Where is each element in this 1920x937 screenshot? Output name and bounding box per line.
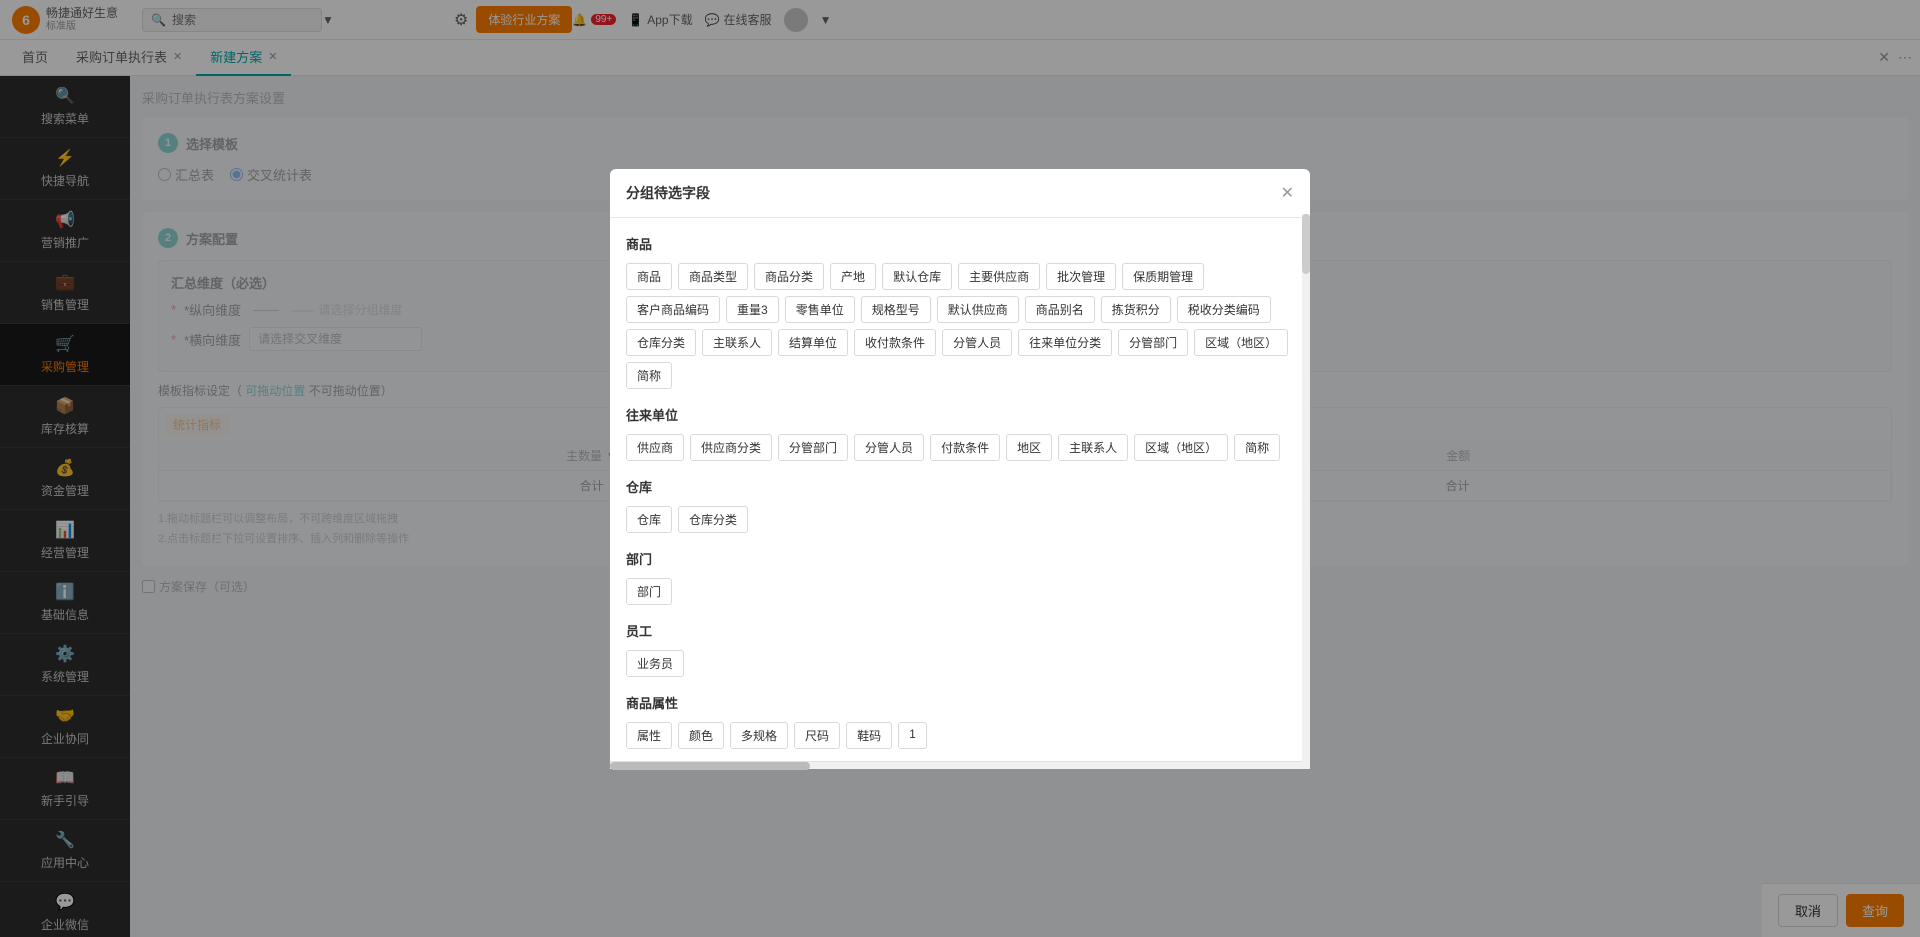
field-tag-partner-8[interactable]: 简称 bbox=[1234, 434, 1280, 461]
field-section-partner: 往来单位 供应商 供应商分类 分管部门 分管人员 付款条件 地区 主联系人 区域… bbox=[626, 405, 1294, 461]
modal-dialog: 分组待选字段 ✕ 商品 商品 商品类型 商品分类 产地 默认仓库 主要供应商 bbox=[610, 169, 1310, 769]
field-tag-product-15[interactable]: 税收分类编码 bbox=[1177, 296, 1271, 323]
field-tag-product-13[interactable]: 商品别名 bbox=[1025, 296, 1095, 323]
field-tag-product-22[interactable]: 分管部门 bbox=[1118, 329, 1188, 356]
field-tag-product-7[interactable]: 保质期管理 bbox=[1122, 263, 1204, 290]
field-tag-partner-5[interactable]: 地区 bbox=[1006, 434, 1052, 461]
field-tags-employee: 业务员 bbox=[626, 650, 1294, 677]
field-tag-attr-1[interactable]: 颜色 bbox=[678, 722, 724, 749]
field-tag-product-20[interactable]: 分管人员 bbox=[942, 329, 1012, 356]
field-tag-employee-0[interactable]: 业务员 bbox=[626, 650, 684, 677]
field-tag-product-18[interactable]: 结算单位 bbox=[778, 329, 848, 356]
field-tag-product-0[interactable]: 商品 bbox=[626, 263, 672, 290]
section-title-dept: 部门 bbox=[626, 549, 1294, 568]
section-title-product: 商品 bbox=[626, 234, 1294, 253]
field-tag-product-19[interactable]: 收付款条件 bbox=[854, 329, 936, 356]
field-tag-partner-7[interactable]: 区域（地区） bbox=[1134, 434, 1228, 461]
field-tags-product-attr: 属性 颜色 多规格 尺码 鞋码 1 bbox=[626, 722, 1294, 749]
field-tag-attr-3[interactable]: 尺码 bbox=[794, 722, 840, 749]
modal-scrollbar-thumb[interactable] bbox=[610, 762, 810, 770]
field-tag-product-8[interactable]: 客户商品编码 bbox=[626, 296, 720, 323]
field-tag-attr-2[interactable]: 多规格 bbox=[730, 722, 788, 749]
field-tag-product-21[interactable]: 往来单位分类 bbox=[1018, 329, 1112, 356]
section-title-employee: 员工 bbox=[626, 621, 1294, 640]
modal-title: 分组待选字段 bbox=[626, 183, 710, 203]
field-section-warehouse: 仓库 仓库 仓库分类 bbox=[626, 477, 1294, 533]
field-tag-product-14[interactable]: 拣货积分 bbox=[1101, 296, 1171, 323]
field-tag-attr-5[interactable]: 1 bbox=[898, 722, 927, 749]
main-layout: 🔍 搜索菜单 ⚡ 快捷导航 📢 营销推广 💼 销售管理 🛒 采购管理 📦 库存核… bbox=[0, 76, 1920, 937]
content-area: 采购订单执行表方案设置 1 选择模板 汇总表 交叉统计表 bbox=[130, 76, 1920, 937]
modal-close-btn[interactable]: ✕ bbox=[1281, 183, 1294, 203]
field-section-product: 商品 商品 商品类型 商品分类 产地 默认仓库 主要供应商 批次管理 保质期管理… bbox=[626, 234, 1294, 389]
field-tag-partner-3[interactable]: 分管人员 bbox=[854, 434, 924, 461]
field-tag-partner-1[interactable]: 供应商分类 bbox=[690, 434, 772, 461]
modal-body[interactable]: 商品 商品 商品类型 商品分类 产地 默认仓库 主要供应商 批次管理 保质期管理… bbox=[610, 218, 1310, 762]
field-tag-partner-4[interactable]: 付款条件 bbox=[930, 434, 1000, 461]
modal-vscrollbar[interactable] bbox=[1302, 214, 1310, 769]
field-tag-product-23[interactable]: 区域（地区） bbox=[1194, 329, 1288, 356]
field-tag-dept-0[interactable]: 部门 bbox=[626, 578, 672, 605]
field-tag-product-11[interactable]: 规格型号 bbox=[861, 296, 931, 323]
field-tag-product-6[interactable]: 批次管理 bbox=[1046, 263, 1116, 290]
modal-overlay: 分组待选字段 ✕ 商品 商品 商品类型 商品分类 产地 默认仓库 主要供应商 bbox=[130, 76, 1920, 937]
field-tag-attr-0[interactable]: 属性 bbox=[626, 722, 672, 749]
field-tag-product-12[interactable]: 默认供应商 bbox=[937, 296, 1019, 323]
field-tags-partner: 供应商 供应商分类 分管部门 分管人员 付款条件 地区 主联系人 区域（地区） … bbox=[626, 434, 1294, 461]
field-tag-product-10[interactable]: 零售单位 bbox=[785, 296, 855, 323]
field-tag-partner-6[interactable]: 主联系人 bbox=[1058, 434, 1128, 461]
field-tag-product-9[interactable]: 重量3 bbox=[726, 296, 779, 323]
field-tag-warehouse-1[interactable]: 仓库分类 bbox=[678, 506, 748, 533]
field-tags-product: 商品 商品类型 商品分类 产地 默认仓库 主要供应商 批次管理 保质期管理 客户… bbox=[626, 263, 1294, 389]
field-tag-partner-2[interactable]: 分管部门 bbox=[778, 434, 848, 461]
field-tags-dept: 部门 bbox=[626, 578, 1294, 605]
field-tag-warehouse-0[interactable]: 仓库 bbox=[626, 506, 672, 533]
field-tag-product-3[interactable]: 产地 bbox=[830, 263, 876, 290]
field-section-product-attr: 商品属性 属性 颜色 多规格 尺码 鞋码 1 bbox=[626, 693, 1294, 749]
modal-header: 分组待选字段 ✕ bbox=[610, 169, 1310, 218]
field-tag-product-17[interactable]: 主联系人 bbox=[702, 329, 772, 356]
field-tag-product-5[interactable]: 主要供应商 bbox=[958, 263, 1040, 290]
field-tag-product-4[interactable]: 默认仓库 bbox=[882, 263, 952, 290]
field-section-dept: 部门 部门 bbox=[626, 549, 1294, 605]
field-tag-attr-4[interactable]: 鞋码 bbox=[846, 722, 892, 749]
field-tag-product-24[interactable]: 简称 bbox=[626, 362, 672, 389]
field-section-employee: 员工 业务员 bbox=[626, 621, 1294, 677]
field-tags-warehouse: 仓库 仓库分类 bbox=[626, 506, 1294, 533]
field-tag-product-16[interactable]: 仓库分类 bbox=[626, 329, 696, 356]
field-tag-product-1[interactable]: 商品类型 bbox=[678, 263, 748, 290]
section-title-warehouse: 仓库 bbox=[626, 477, 1294, 496]
field-tag-product-2[interactable]: 商品分类 bbox=[754, 263, 824, 290]
modal-scrollbar-track[interactable] bbox=[610, 761, 1310, 768]
section-title-partner: 往来单位 bbox=[626, 405, 1294, 424]
field-tag-partner-0[interactable]: 供应商 bbox=[626, 434, 684, 461]
modal-vscrollbar-thumb[interactable] bbox=[1302, 214, 1310, 274]
section-title-product-attr: 商品属性 bbox=[626, 693, 1294, 712]
